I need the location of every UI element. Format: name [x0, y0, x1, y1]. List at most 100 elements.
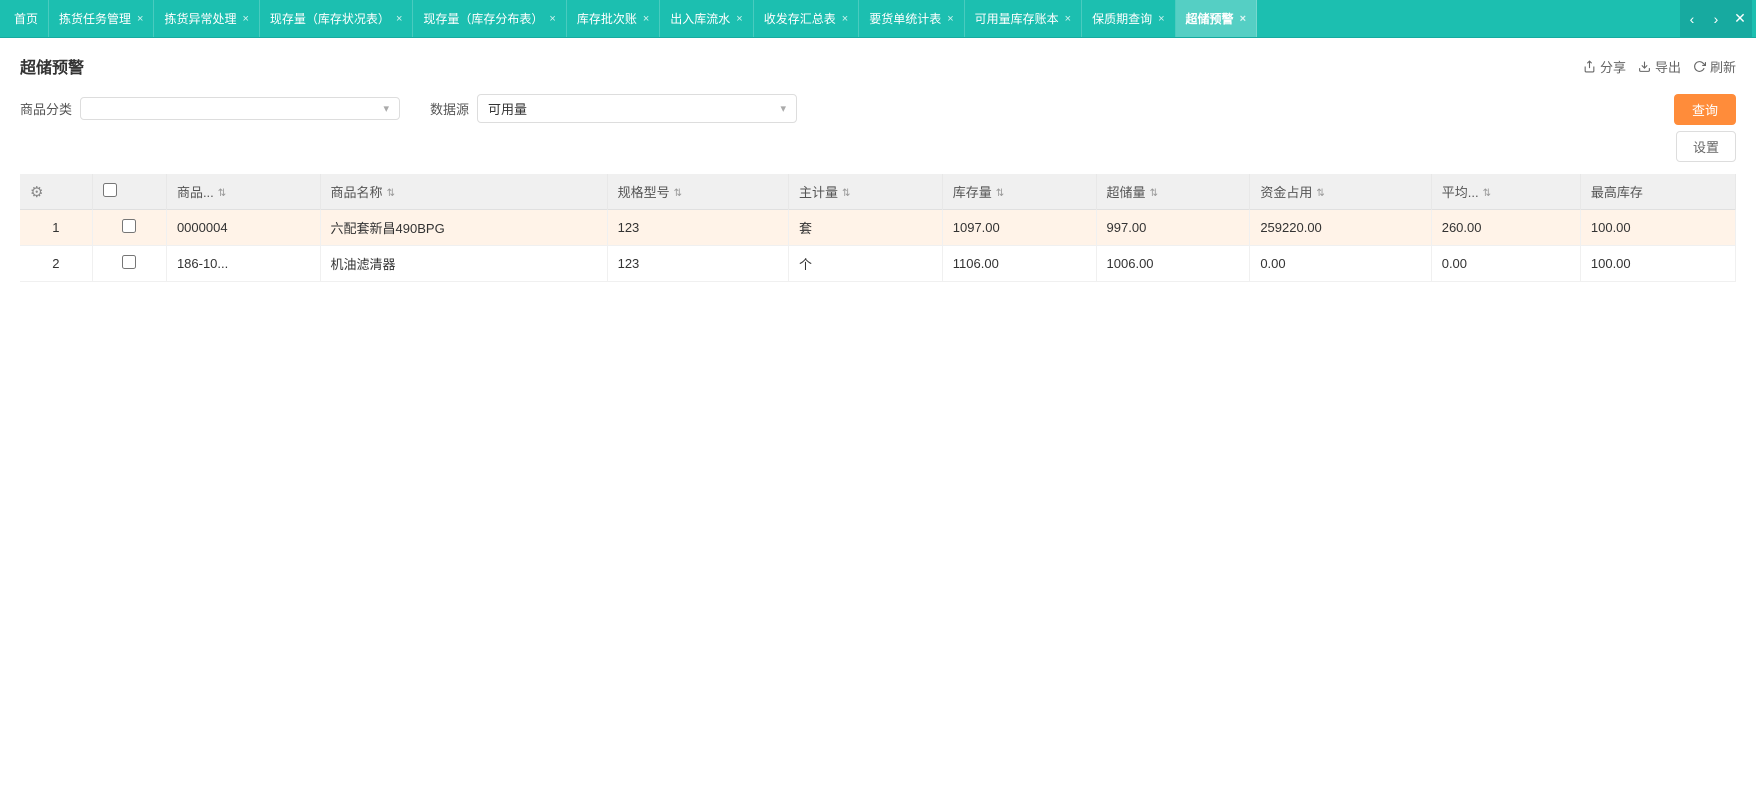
- cell-settings-1: 2: [20, 246, 92, 282]
- table-row: 10000004六配套新昌490BPG123套1097.00997.002592…: [20, 210, 1736, 246]
- col-header-avg[interactable]: 平均...⇅: [1431, 174, 1580, 210]
- nav-arrows: ‹ › ✕: [1680, 0, 1752, 38]
- sort-icon-unit: ⇅: [842, 188, 850, 199]
- col-header-spec[interactable]: 规格型号⇅: [607, 174, 788, 210]
- cell-avg-0: 260.00: [1431, 210, 1580, 246]
- cell-overstock-1: 1006.00: [1096, 246, 1250, 282]
- query-button[interactable]: 查询: [1674, 94, 1736, 125]
- cell-checkbox-1: [92, 246, 166, 282]
- cell-stock-0: 1097.00: [942, 210, 1096, 246]
- main-content: 超储预警 分享 导出 刷新 商品分类 ▾: [0, 38, 1756, 800]
- col-header-settings: ⚙: [20, 174, 92, 210]
- row-checkbox-1[interactable]: [122, 255, 136, 269]
- nav-tab-close-6[interactable]: ×: [736, 13, 742, 25]
- sort-icon-overstock: ⇅: [1150, 188, 1158, 199]
- col-header-sku_name[interactable]: 商品名称⇅: [320, 174, 607, 210]
- nav-tab-3[interactable]: 现存量（库存状况表）×: [260, 0, 413, 38]
- cell-unit-1: 个: [788, 246, 942, 282]
- cell-capital-0: 259220.00: [1250, 210, 1431, 246]
- col-header-stock[interactable]: 库存量⇅: [942, 174, 1096, 210]
- nav-tab-0[interactable]: 首页: [4, 0, 49, 38]
- nav-arrow-left[interactable]: ‹: [1680, 0, 1704, 38]
- datasource-arrow-icon: ▾: [781, 102, 787, 115]
- page-header: 超储预警 分享 导出 刷新: [20, 54, 1736, 78]
- cell-capital-1: 0.00: [1250, 246, 1431, 282]
- sort-icon-spec: ⇅: [674, 188, 682, 199]
- col-header-checkbox: [92, 174, 166, 210]
- refresh-action[interactable]: 刷新: [1693, 57, 1736, 76]
- nav-tab-10[interactable]: 保质期查询×: [1082, 0, 1175, 38]
- col-header-overstock[interactable]: 超储量⇅: [1096, 174, 1250, 210]
- datasource-label: 数据源: [430, 99, 469, 118]
- export-icon: [1638, 60, 1651, 73]
- datasource-filter: 数据源 可用量 ▾: [430, 94, 797, 123]
- cell-checkbox-0: [92, 210, 166, 246]
- nav-tab-close-10[interactable]: ×: [1158, 13, 1164, 25]
- nav-tab-6[interactable]: 出入库流水×: [660, 0, 753, 38]
- cell-sku_code-1: 186-10...: [166, 246, 320, 282]
- cell-unit-0: 套: [788, 210, 942, 246]
- col-header-capital[interactable]: 资金占用⇅: [1250, 174, 1431, 210]
- cell-sku_code-0: 0000004: [166, 210, 320, 246]
- category-select[interactable]: ▾: [80, 97, 400, 120]
- sort-icon-sku_name: ⇅: [387, 188, 395, 199]
- table-row: 2186-10...机油滤清器123个1106.001006.000.000.0…: [20, 246, 1736, 282]
- page-title: 超储预警: [20, 54, 84, 78]
- nav-tab-2[interactable]: 拣货异常处理×: [154, 0, 259, 38]
- col-header-max_stock: 最高库存: [1580, 174, 1735, 210]
- category-filter: 商品分类 ▾: [20, 97, 400, 120]
- nav-tab-close-11[interactable]: ×: [1240, 13, 1246, 25]
- refresh-icon: [1693, 60, 1706, 73]
- nav-tab-close-4[interactable]: ×: [549, 13, 555, 25]
- nav-tab-9[interactable]: 可用量库存账本×: [965, 0, 1082, 38]
- filter-row: 商品分类 ▾ 数据源 可用量 ▾: [20, 94, 797, 123]
- cell-max_stock-1: 100.00: [1580, 246, 1735, 282]
- nav-tab-close-2[interactable]: ×: [242, 13, 248, 25]
- category-label: 商品分类: [20, 99, 72, 118]
- sort-icon-sku_code: ⇅: [218, 188, 226, 199]
- row-checkbox-0[interactable]: [122, 219, 136, 233]
- data-table: ⚙ 商品...⇅商品名称⇅规格型号⇅主计量⇅库存量⇅超储量⇅资金占用⇅平均...⇅…: [20, 174, 1736, 282]
- cell-avg-1: 0.00: [1431, 246, 1580, 282]
- nav-tab-close-7[interactable]: ×: [842, 13, 848, 25]
- nav-tab-4[interactable]: 现存量（库存分布表）×: [413, 0, 566, 38]
- sort-icon-stock: ⇅: [996, 188, 1004, 199]
- filter-area: 商品分类 ▾ 数据源 可用量 ▾ 查询 设置: [20, 94, 1736, 162]
- nav-tab-close-5[interactable]: ×: [643, 13, 649, 25]
- nav-tab-8[interactable]: 要货单统计表×: [859, 0, 964, 38]
- table-header: ⚙ 商品...⇅商品名称⇅规格型号⇅主计量⇅库存量⇅超储量⇅资金占用⇅平均...⇅…: [20, 174, 1736, 210]
- category-arrow-icon: ▾: [383, 102, 389, 115]
- button-group: 查询 设置: [1674, 94, 1736, 162]
- nav-tab-11[interactable]: 超储预警×: [1176, 0, 1257, 38]
- top-navigation: 首页拣货任务管理×拣货异常处理×现存量（库存状况表）×现存量（库存分布表）×库存…: [0, 0, 1756, 38]
- nav-tab-7[interactable]: 收发存汇总表×: [754, 0, 859, 38]
- sort-icon-avg: ⇅: [1483, 188, 1491, 199]
- header-actions: 分享 导出 刷新: [1583, 57, 1736, 76]
- cell-overstock-0: 997.00: [1096, 210, 1250, 246]
- nav-arrow-right[interactable]: ›: [1704, 0, 1728, 38]
- settings-gear-icon[interactable]: ⚙: [30, 184, 43, 201]
- cell-spec-0: 123: [607, 210, 788, 246]
- nav-tab-close-3[interactable]: ×: [396, 13, 402, 25]
- table-body: 10000004六配套新昌490BPG123套1097.00997.002592…: [20, 210, 1736, 282]
- cell-spec-1: 123: [607, 246, 788, 282]
- nav-tab-close-8[interactable]: ×: [947, 13, 953, 25]
- nav-tab-close-1[interactable]: ×: [137, 13, 143, 25]
- datasource-value: 可用量: [488, 99, 527, 118]
- share-icon: [1583, 60, 1596, 73]
- col-header-sku_code[interactable]: 商品...⇅: [166, 174, 320, 210]
- export-action[interactable]: 导出: [1638, 57, 1681, 76]
- sort-icon-capital: ⇅: [1316, 188, 1324, 199]
- settings-button[interactable]: 设置: [1676, 131, 1736, 162]
- cell-max_stock-0: 100.00: [1580, 210, 1735, 246]
- cell-stock-1: 1106.00: [942, 246, 1096, 282]
- col-header-unit[interactable]: 主计量⇅: [788, 174, 942, 210]
- nav-tab-close-9[interactable]: ×: [1065, 13, 1071, 25]
- nav-arrow-close[interactable]: ✕: [1728, 0, 1752, 38]
- share-action[interactable]: 分享: [1583, 57, 1626, 76]
- nav-tab-1[interactable]: 拣货任务管理×: [49, 0, 154, 38]
- nav-tab-5[interactable]: 库存批次账×: [567, 0, 660, 38]
- select-all-checkbox[interactable]: [103, 183, 117, 197]
- datasource-select[interactable]: 可用量 ▾: [477, 94, 797, 123]
- cell-sku_name-1: 机油滤清器: [320, 246, 607, 282]
